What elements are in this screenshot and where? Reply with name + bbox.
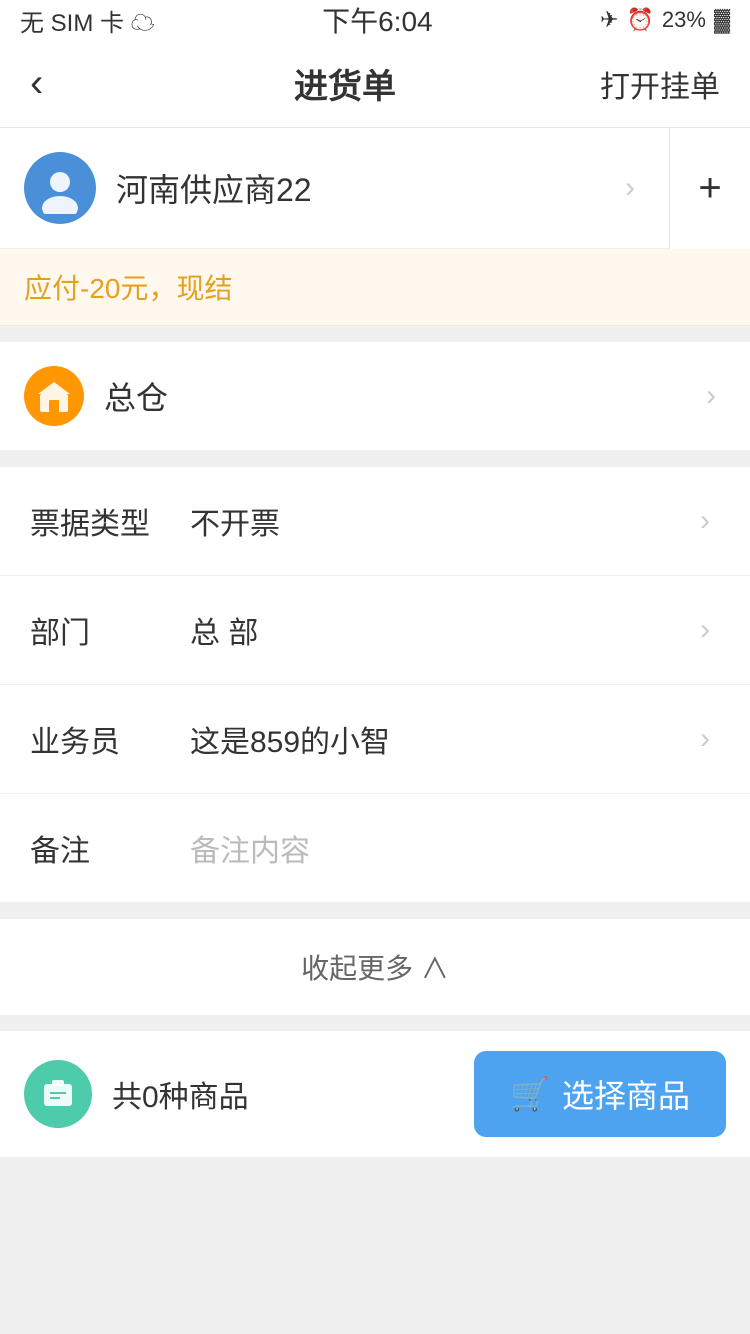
nav-bar: ‹ 进货单 打开挂单: [0, 40, 750, 128]
battery-level: 23%: [662, 7, 706, 33]
product-icon: [24, 1060, 92, 1128]
invoice-type-label: 票据类型: [30, 499, 170, 543]
department-row[interactable]: 部门 总 部 ›: [0, 576, 750, 685]
department-value: 总 部: [170, 608, 700, 652]
back-button[interactable]: ‹: [30, 61, 90, 106]
invoice-type-chevron-icon: ›: [700, 504, 710, 538]
supplier-row[interactable]: 河南供应商22 ›: [0, 128, 669, 249]
open-pending-button[interactable]: 打开挂单: [600, 62, 720, 106]
form-section: 票据类型 不开票 › 部门 总 部 › 业务员 这是859的小智 › 备注 备注…: [0, 467, 750, 902]
status-bar: 无 SIM 卡 ☁ 下午6:04 ✈ ⏰ 23% ▓: [0, 0, 750, 40]
select-product-label: 选择商品: [562, 1071, 690, 1117]
supplier-chevron-icon: ›: [625, 171, 635, 205]
select-product-button[interactable]: 🛒 选择商品: [474, 1051, 726, 1137]
warehouse-chevron-icon: ›: [706, 379, 716, 413]
product-bar: 共0种商品 🛒 选择商品: [0, 1031, 750, 1157]
collapse-bar[interactable]: 收起更多 ∧: [0, 918, 750, 1015]
product-count: 共0种商品: [112, 1072, 454, 1116]
location-icon: ✈: [600, 7, 618, 33]
remark-label: 备注: [30, 826, 170, 870]
main-content: 河南供应商22 › + 应付-20元，现结 总仓 › 票据类型 不: [0, 128, 750, 1157]
salesperson-chevron-icon: ›: [700, 722, 710, 756]
add-supplier-button[interactable]: +: [670, 128, 750, 249]
invoice-type-value: 不开票: [170, 499, 700, 543]
department-chevron-icon: ›: [700, 613, 710, 647]
supplier-section: 河南供应商22 › + 应付-20元，现结: [0, 128, 750, 326]
salesperson-row[interactable]: 业务员 这是859的小智 ›: [0, 685, 750, 794]
alarm-icon: ⏰: [626, 7, 653, 33]
warehouse-row[interactable]: 总仓 ›: [0, 342, 750, 451]
status-right: ✈ ⏰ 23% ▓: [600, 7, 730, 33]
warehouse-icon: [24, 366, 84, 426]
remark-row[interactable]: 备注 备注内容: [0, 794, 750, 902]
salesperson-value: 这是859的小智: [170, 717, 700, 761]
status-time: 下午6:04: [322, 0, 433, 40]
supplier-name: 河南供应商22: [116, 165, 625, 211]
salesperson-label: 业务员: [30, 717, 170, 761]
supplier-avatar: [24, 152, 96, 224]
department-label: 部门: [30, 608, 170, 652]
status-left: 无 SIM 卡 ☁: [20, 3, 155, 38]
remark-input[interactable]: 备注内容: [170, 826, 720, 870]
page-title: 进货单: [294, 59, 396, 108]
sim-status: 无 SIM 卡 ☁: [20, 3, 155, 38]
warehouse-name: 总仓: [104, 373, 706, 419]
notice-bar: 应付-20元，现结: [0, 249, 750, 326]
select-product-icon: 🛒: [510, 1075, 550, 1113]
warehouse-section: 总仓 ›: [0, 342, 750, 451]
battery-icon: ▓: [714, 7, 730, 33]
invoice-type-row[interactable]: 票据类型 不开票 ›: [0, 467, 750, 576]
